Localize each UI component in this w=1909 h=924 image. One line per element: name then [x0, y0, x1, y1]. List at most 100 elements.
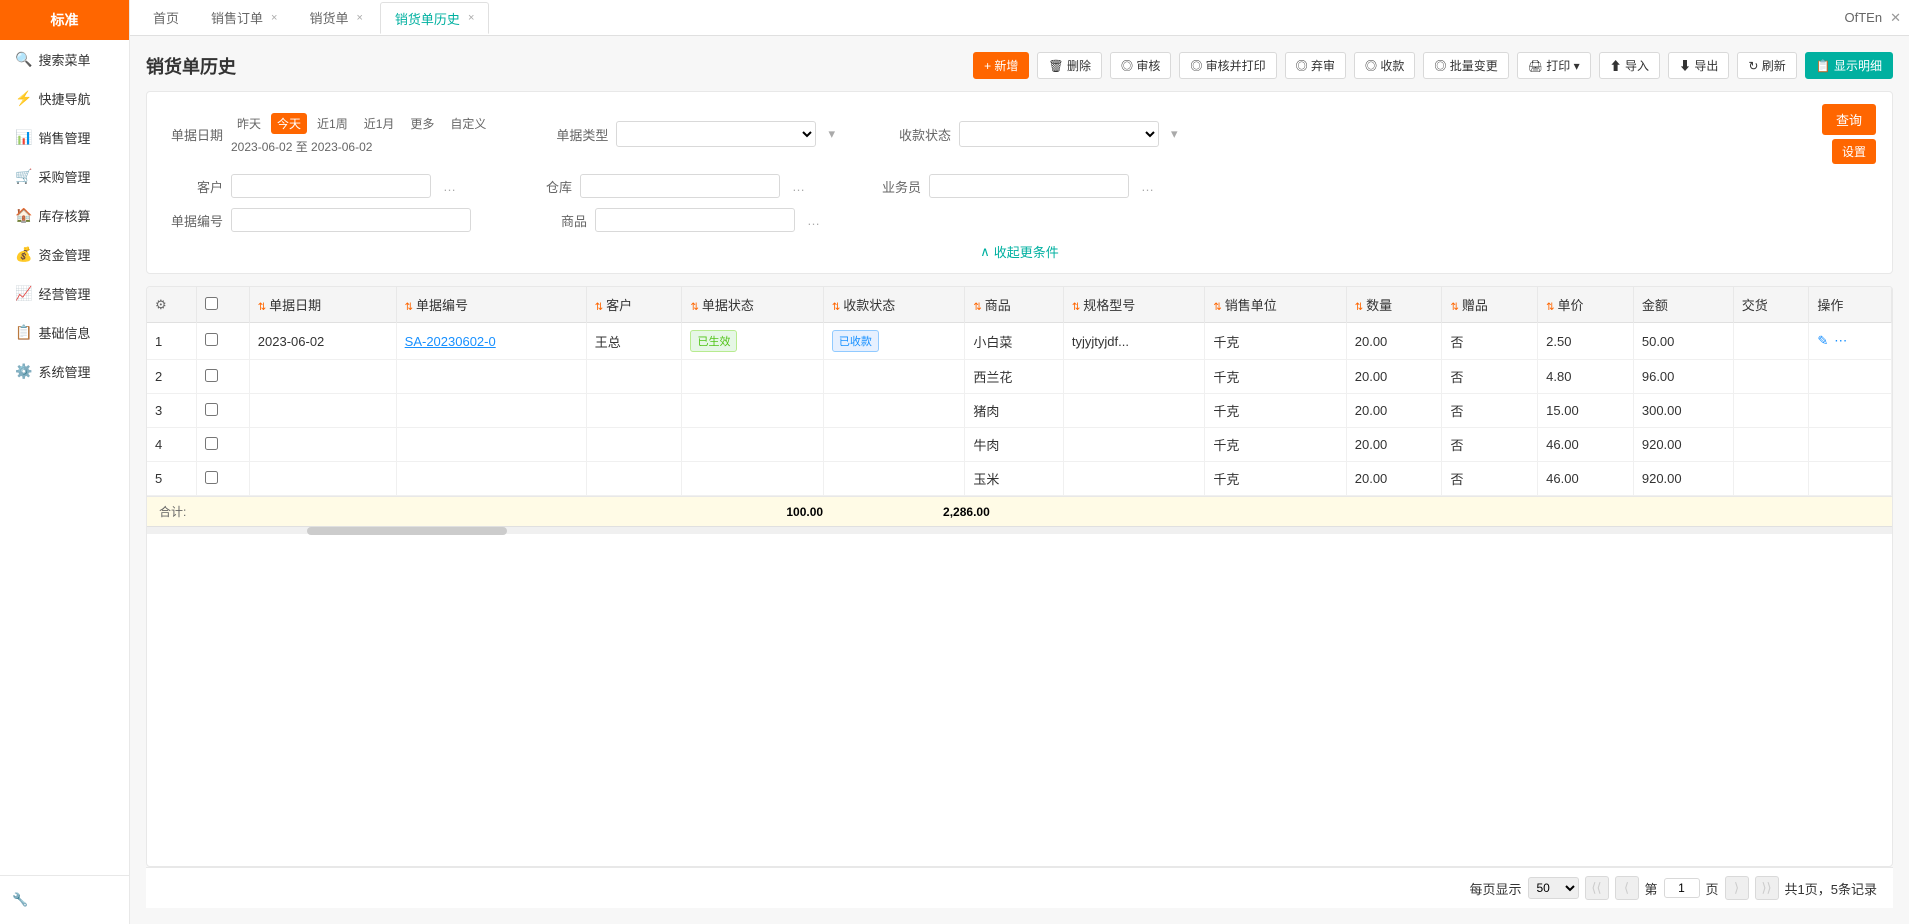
table-gear-icon[interactable]: ⚙: [155, 297, 167, 312]
sidebar-item-purchase-mgmt[interactable]: 🛒 采购管理: [0, 157, 129, 196]
cell-actions[interactable]: [1809, 360, 1892, 394]
last-page-btn[interactable]: ⟩⟩: [1755, 876, 1779, 900]
sidebar-item-search-menu[interactable]: 🔍 搜索菜单: [0, 40, 129, 79]
col-spec[interactable]: ⇅规格型号: [1063, 287, 1204, 323]
col-doc-status[interactable]: ⇅单据状态: [682, 287, 823, 323]
show-detail-button[interactable]: 📋 显示明细: [1805, 52, 1893, 79]
batch-change-button[interactable]: ◎ 批量变更: [1423, 52, 1508, 79]
first-page-btn[interactable]: ⟨⟨: [1585, 876, 1609, 900]
filter-docno-input[interactable]: [231, 208, 471, 232]
table-scrollbar[interactable]: [147, 526, 1892, 534]
doc-no-link[interactable]: SA-20230602-0: [405, 334, 496, 349]
col-gear[interactable]: ⚙: [147, 287, 197, 323]
cell-docno[interactable]: SA-20230602-0: [396, 323, 586, 360]
filter-customer-dots[interactable]: …: [443, 179, 456, 194]
scrollbar-thumb[interactable]: [307, 527, 507, 535]
tab-sales-goods[interactable]: 销货单 ×: [294, 2, 377, 34]
edit-action-btn[interactable]: ✎: [1817, 333, 1828, 348]
more-action-btn[interactable]: ⋯: [1834, 333, 1847, 348]
window-close-btn[interactable]: ✕: [1890, 10, 1901, 26]
cell-actions[interactable]: [1809, 462, 1892, 496]
tab-sales-history-close[interactable]: ×: [468, 12, 474, 24]
sidebar-item-sys-mgmt[interactable]: ⚙️ 系统管理: [0, 352, 129, 391]
filter-customer-input[interactable]: [231, 174, 431, 198]
filter-doc-type-dots[interactable]: ▾: [828, 126, 835, 142]
tab-sales-history[interactable]: 销货单历史 ×: [380, 2, 489, 34]
collect-button[interactable]: ◎ 收款: [1354, 52, 1415, 79]
cell-docno[interactable]: [396, 462, 586, 496]
cell-actions[interactable]: [1809, 394, 1892, 428]
cell-checkbox[interactable]: [197, 394, 250, 428]
filter-warehouse-input[interactable]: [580, 174, 780, 198]
sidebar-item-sales-mgmt[interactable]: 📊 销售管理: [0, 118, 129, 157]
filter-doc-type-select[interactable]: [616, 121, 816, 147]
data-table-container: ⚙ ⇅单据日期 ⇅单据编号 ⇅客户 ⇅单据状态 ⇅收款状态 ⇅商品 ⇅规格型号: [146, 286, 1893, 867]
export-button[interactable]: ⬇ 导出: [1668, 52, 1729, 79]
discard-button[interactable]: ◎ 弃审: [1285, 52, 1346, 79]
money-icon: 💰: [15, 246, 32, 263]
next-page-btn[interactable]: ⟩: [1725, 876, 1749, 900]
prev-page-btn[interactable]: ⟨: [1615, 876, 1639, 900]
date-btn-custom[interactable]: 自定义: [444, 113, 492, 134]
col-payment-status[interactable]: ⇅收款状态: [823, 287, 964, 323]
audit-button[interactable]: ◎ 审核: [1110, 52, 1171, 79]
cell-actions[interactable]: [1809, 428, 1892, 462]
print-button[interactable]: 🖨 打印 ▾: [1517, 52, 1591, 79]
filter-warehouse-dots[interactable]: …: [792, 179, 805, 194]
audit-print-button[interactable]: ◎ 审核并打印: [1179, 52, 1276, 79]
collapse-filter-btn[interactable]: ∧ 收起更条件: [163, 242, 1876, 261]
cell-checkbox[interactable]: [197, 323, 250, 360]
cell-docno[interactable]: [396, 394, 586, 428]
select-all-checkbox[interactable]: [205, 297, 218, 310]
tab-home[interactable]: 首页: [138, 2, 194, 34]
filter-goods-dots[interactable]: …: [807, 213, 820, 228]
col-doc-no[interactable]: ⇅单据编号: [396, 287, 586, 323]
row-checkbox[interactable]: [205, 437, 218, 450]
date-btn-more[interactable]: 更多: [404, 113, 440, 134]
tab-sales-order-close[interactable]: ×: [271, 12, 277, 24]
cell-checkbox[interactable]: [197, 360, 250, 394]
filter-payment-status-dots[interactable]: ▾: [1171, 126, 1178, 142]
import-button[interactable]: ⬆ 导入: [1599, 52, 1660, 79]
new-button[interactable]: + 新增: [973, 52, 1029, 79]
date-btn-last7days[interactable]: 近1周: [311, 113, 354, 134]
tab-sales-order[interactable]: 销售订单 ×: [196, 2, 292, 34]
filter-settings-button[interactable]: 设置: [1832, 139, 1876, 164]
sidebar-item-operations-mgmt[interactable]: 📈 经营管理: [0, 274, 129, 313]
col-unit-price[interactable]: ⇅单价: [1538, 287, 1634, 323]
cell-docno[interactable]: [396, 428, 586, 462]
query-button[interactable]: 查询: [1822, 104, 1876, 135]
row-checkbox[interactable]: [205, 403, 218, 416]
cell-actions[interactable]: ✎⋯: [1809, 323, 1892, 360]
filter-salesman-input[interactable]: [929, 174, 1129, 198]
row-checkbox[interactable]: [205, 333, 218, 346]
date-btn-today[interactable]: 今天: [271, 113, 307, 134]
sidebar-item-capital-mgmt[interactable]: 💰 资金管理: [0, 235, 129, 274]
filter-salesman-dots[interactable]: …: [1141, 179, 1154, 194]
col-quantity[interactable]: ⇅数量: [1346, 287, 1442, 323]
page-number-input[interactable]: [1664, 878, 1700, 898]
cell-checkbox[interactable]: [197, 428, 250, 462]
sidebar-item-quick-nav[interactable]: ⚡ 快捷导航: [0, 79, 129, 118]
cell-unitprice: 15.00: [1538, 394, 1634, 428]
filter-goods-input[interactable]: [595, 208, 795, 232]
filter-payment-status-select[interactable]: [959, 121, 1159, 147]
cell-docno[interactable]: [396, 360, 586, 394]
tab-sales-goods-close[interactable]: ×: [356, 12, 362, 24]
col-customer[interactable]: ⇅客户: [586, 287, 682, 323]
col-date[interactable]: ⇅单据日期: [249, 287, 396, 323]
date-btn-yesterday[interactable]: 昨天: [231, 113, 267, 134]
delete-button[interactable]: 🗑 删除: [1037, 52, 1102, 79]
cell-checkbox[interactable]: [197, 462, 250, 496]
refresh-button[interactable]: ↻ 刷新: [1737, 52, 1796, 79]
row-checkbox[interactable]: [205, 471, 218, 484]
col-goods[interactable]: ⇅商品: [965, 287, 1064, 323]
col-sales-unit[interactable]: ⇅销售单位: [1205, 287, 1346, 323]
col-gift[interactable]: ⇅赠品: [1442, 287, 1538, 323]
per-page-select[interactable]: 50 100 200: [1528, 877, 1579, 899]
sidebar-item-inventory-calc[interactable]: 🏠 库存核算: [0, 196, 129, 235]
row-checkbox[interactable]: [205, 369, 218, 382]
date-btn-last1month[interactable]: 近1月: [358, 113, 401, 134]
sidebar-item-basic-info[interactable]: 📋 基础信息: [0, 313, 129, 352]
sidebar-settings-btn[interactable]: 🔧: [0, 884, 129, 916]
